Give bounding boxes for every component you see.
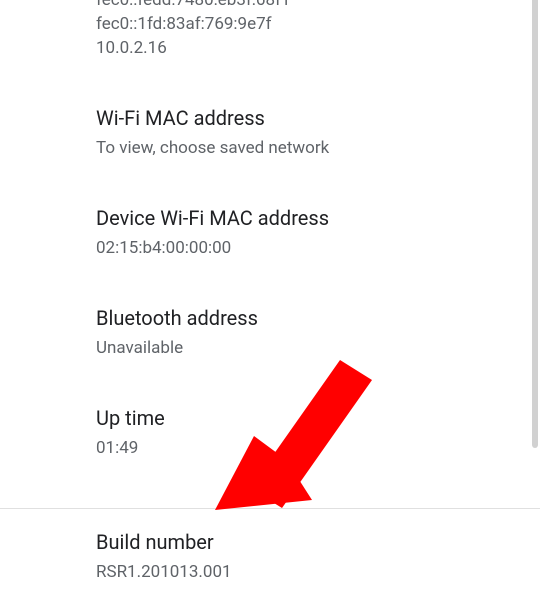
bluetooth-title: Bluetooth address [96, 304, 510, 332]
wifi-mac-title: Wi-Fi MAC address [96, 104, 510, 132]
ip-address-values: fec0::fedd:7480:eb3f:68f1 fec0::1fd:83af… [96, 0, 510, 60]
device-wifi-mac-value: 02:15:b4:00:00:00 [96, 236, 510, 260]
build-number-value: RSR1.201013.001 [96, 560, 510, 584]
row-build-number[interactable]: Build number RSR1.201013.001 [96, 510, 510, 596]
row-bluetooth-address[interactable]: Bluetooth address Unavailable [96, 282, 510, 382]
row-device-wifi-mac[interactable]: Device Wi-Fi MAC address 02:15:b4:00:00:… [96, 182, 510, 282]
row-ip-address[interactable]: fec0::fedd:7480:eb3f:68f1 fec0::1fd:83af… [96, 0, 510, 82]
scrollbar-thumb[interactable] [532, 0, 538, 448]
row-wifi-mac-address[interactable]: Wi-Fi MAC address To view, choose saved … [96, 82, 510, 182]
row-up-time[interactable]: Up time 01:49 [96, 382, 510, 482]
uptime-value: 01:49 [96, 436, 510, 460]
wifi-mac-sub: To view, choose saved network [96, 136, 510, 160]
about-phone-settings: fec0::fedd:7480:eb3f:68f1 fec0::1fd:83af… [0, 0, 540, 588]
bluetooth-value: Unavailable [96, 336, 510, 360]
uptime-title: Up time [96, 404, 510, 432]
divider [0, 508, 540, 509]
build-number-title: Build number [96, 528, 510, 556]
device-wifi-mac-title: Device Wi-Fi MAC address [96, 204, 510, 232]
